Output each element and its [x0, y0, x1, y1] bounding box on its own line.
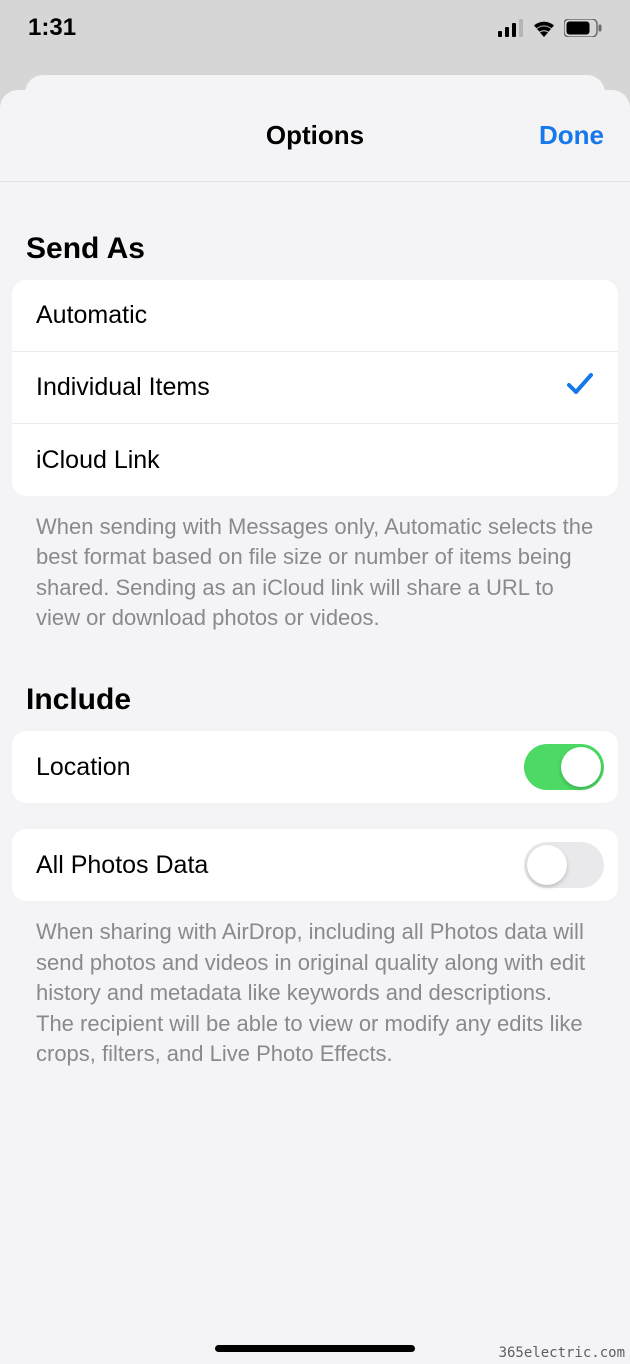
- send-as-footer: When sending with Messages only, Automat…: [12, 496, 618, 633]
- row-label: Automatic: [36, 301, 147, 330]
- sheet-title: Options: [266, 120, 364, 151]
- status-bar: 1:31: [0, 0, 630, 55]
- battery-icon: [564, 19, 602, 37]
- home-indicator[interactable]: [215, 1345, 415, 1352]
- location-toggle[interactable]: [524, 744, 604, 790]
- done-button[interactable]: Done: [539, 120, 604, 151]
- checkmark-icon: [566, 371, 594, 404]
- send-as-icloud-link[interactable]: iCloud Link: [12, 424, 618, 496]
- send-as-automatic[interactable]: Automatic: [12, 280, 618, 352]
- all-photos-data-toggle[interactable]: [524, 842, 604, 888]
- send-as-section-title: Send As: [12, 182, 618, 280]
- include-footer: When sharing with AirDrop, including all…: [12, 901, 618, 1069]
- row-label: All Photos Data: [36, 851, 208, 880]
- watermark: 365electric.com: [499, 1345, 625, 1361]
- cellular-signal-icon: [498, 19, 524, 37]
- include-all-photos-row: All Photos Data: [12, 829, 618, 901]
- wifi-icon: [532, 19, 556, 37]
- status-right: [498, 19, 602, 37]
- row-label: Location: [36, 753, 131, 782]
- options-sheet: Options Done Send As Automatic Individua…: [0, 90, 630, 1364]
- send-as-group: Automatic Individual Items iCloud Link: [12, 280, 618, 496]
- status-time: 1:31: [28, 14, 76, 42]
- content: Send As Automatic Individual Items iClou…: [0, 182, 630, 1069]
- send-as-individual-items[interactable]: Individual Items: [12, 352, 618, 424]
- include-location-row: Location: [12, 731, 618, 803]
- row-label: iCloud Link: [36, 446, 160, 475]
- row-label: Individual Items: [36, 373, 210, 402]
- include-section-title: Include: [12, 633, 618, 731]
- sheet-header: Options Done: [0, 90, 630, 182]
